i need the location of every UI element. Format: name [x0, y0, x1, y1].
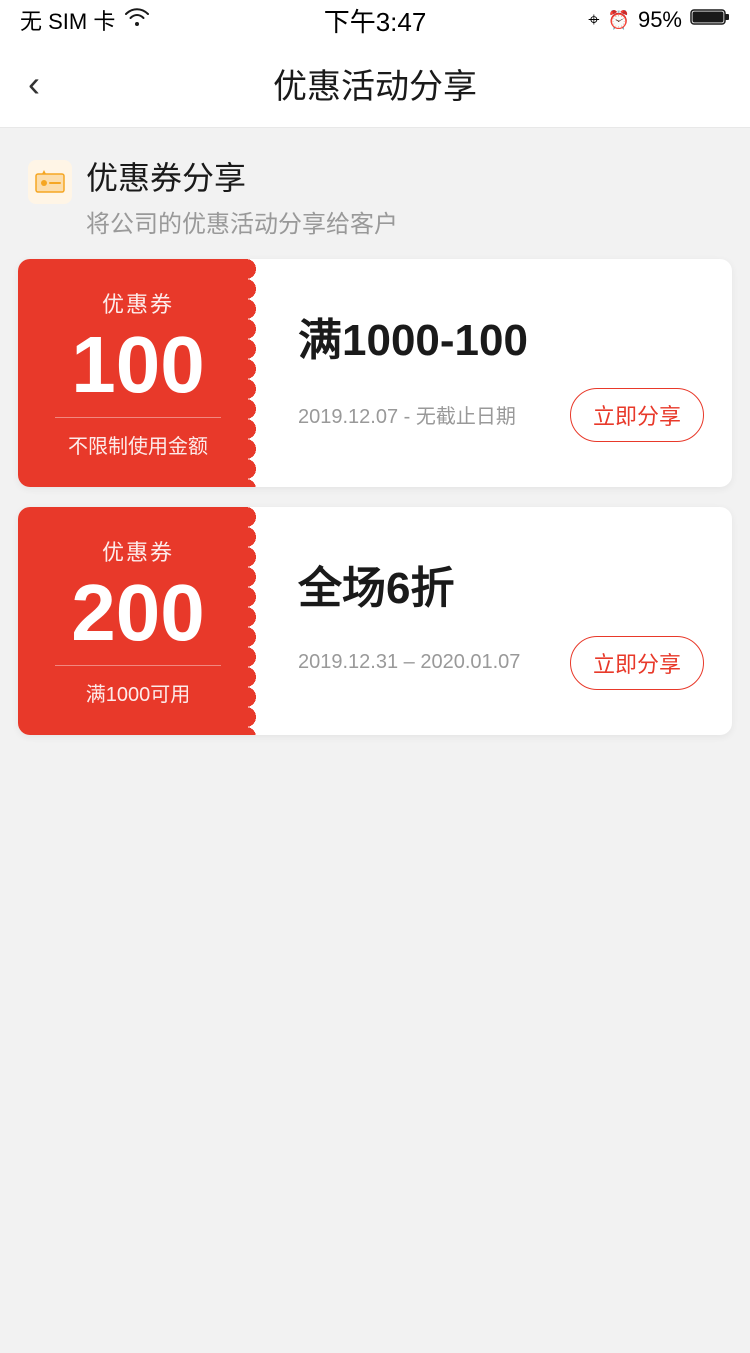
coupon-amount-1: 100: [71, 325, 204, 405]
battery-icon: [690, 7, 730, 33]
coupon-left-1: 优惠券 100 不限制使用金额: [18, 259, 258, 487]
coupon-list: 优惠券 100 不限制使用金额 满1000-100 2019.12.07 - 无…: [0, 259, 750, 753]
coupon-name-1: 满1000-100: [298, 304, 704, 368]
carrier-text: 无 SIM 卡: [20, 4, 115, 36]
coupon-condition-2: 满1000可用: [86, 678, 191, 707]
location-icon: ⌖: [588, 9, 599, 32]
page-title: 优惠活动分享: [273, 59, 477, 108]
coupon-condition-1: 不限制使用金额: [68, 430, 208, 459]
coupon-date-2: 2019.12.31 – 2020.01.07: [298, 651, 558, 674]
section-text: 优惠券分享 将公司的优惠活动分享给客户: [86, 158, 398, 239]
coupon-left-2: 优惠券 200 满1000可用: [18, 507, 258, 735]
nav-bar: ‹ 优惠活动分享: [0, 40, 750, 128]
status-left: 无 SIM 卡: [20, 4, 151, 36]
coupon-divider-1: [55, 417, 221, 418]
coupon-meta-1: 2019.12.07 - 无截止日期 立即分享: [298, 388, 704, 442]
empty-area: [0, 753, 750, 1353]
coupon-name-2: 全场6折: [298, 552, 704, 616]
coupon-right-2: 全场6折 2019.12.31 – 2020.01.07 立即分享: [258, 507, 732, 735]
status-bar: 无 SIM 卡 下午3:47 ⌖ ⏰ 95%: [0, 0, 750, 40]
section-title: 优惠券分享: [86, 158, 398, 200]
share-button-2[interactable]: 立即分享: [570, 636, 704, 690]
alarm-icon: ⏰: [608, 10, 630, 31]
coupon-meta-2: 2019.12.31 – 2020.01.07 立即分享: [298, 636, 704, 690]
coupon-card-1: 优惠券 100 不限制使用金额 满1000-100 2019.12.07 - 无…: [18, 259, 732, 487]
wifi-icon: [123, 7, 151, 33]
coupon-amount-2: 200: [71, 573, 204, 653]
coupon-card-2: 优惠券 200 满1000可用 全场6折 2019.12.31 – 2020.0…: [18, 507, 732, 735]
coupon-label-1: 优惠券: [102, 287, 174, 319]
section-header: 优惠券分享 将公司的优惠活动分享给客户: [0, 128, 750, 259]
coupon-section-icon: [28, 160, 72, 204]
coupon-divider-2: [55, 665, 221, 666]
status-right: ⌖ ⏰ 95%: [588, 7, 730, 33]
coupon-date-1: 2019.12.07 - 无截止日期: [298, 400, 558, 429]
share-button-1[interactable]: 立即分享: [570, 388, 704, 442]
status-time: 下午3:47: [324, 2, 427, 39]
coupon-label-2: 优惠券: [102, 535, 174, 567]
section-subtitle: 将公司的优惠活动分享给客户: [86, 204, 398, 239]
back-button[interactable]: ‹: [28, 63, 40, 105]
coupon-right-1: 满1000-100 2019.12.07 - 无截止日期 立即分享: [258, 259, 732, 487]
battery-text: 95%: [638, 7, 682, 33]
